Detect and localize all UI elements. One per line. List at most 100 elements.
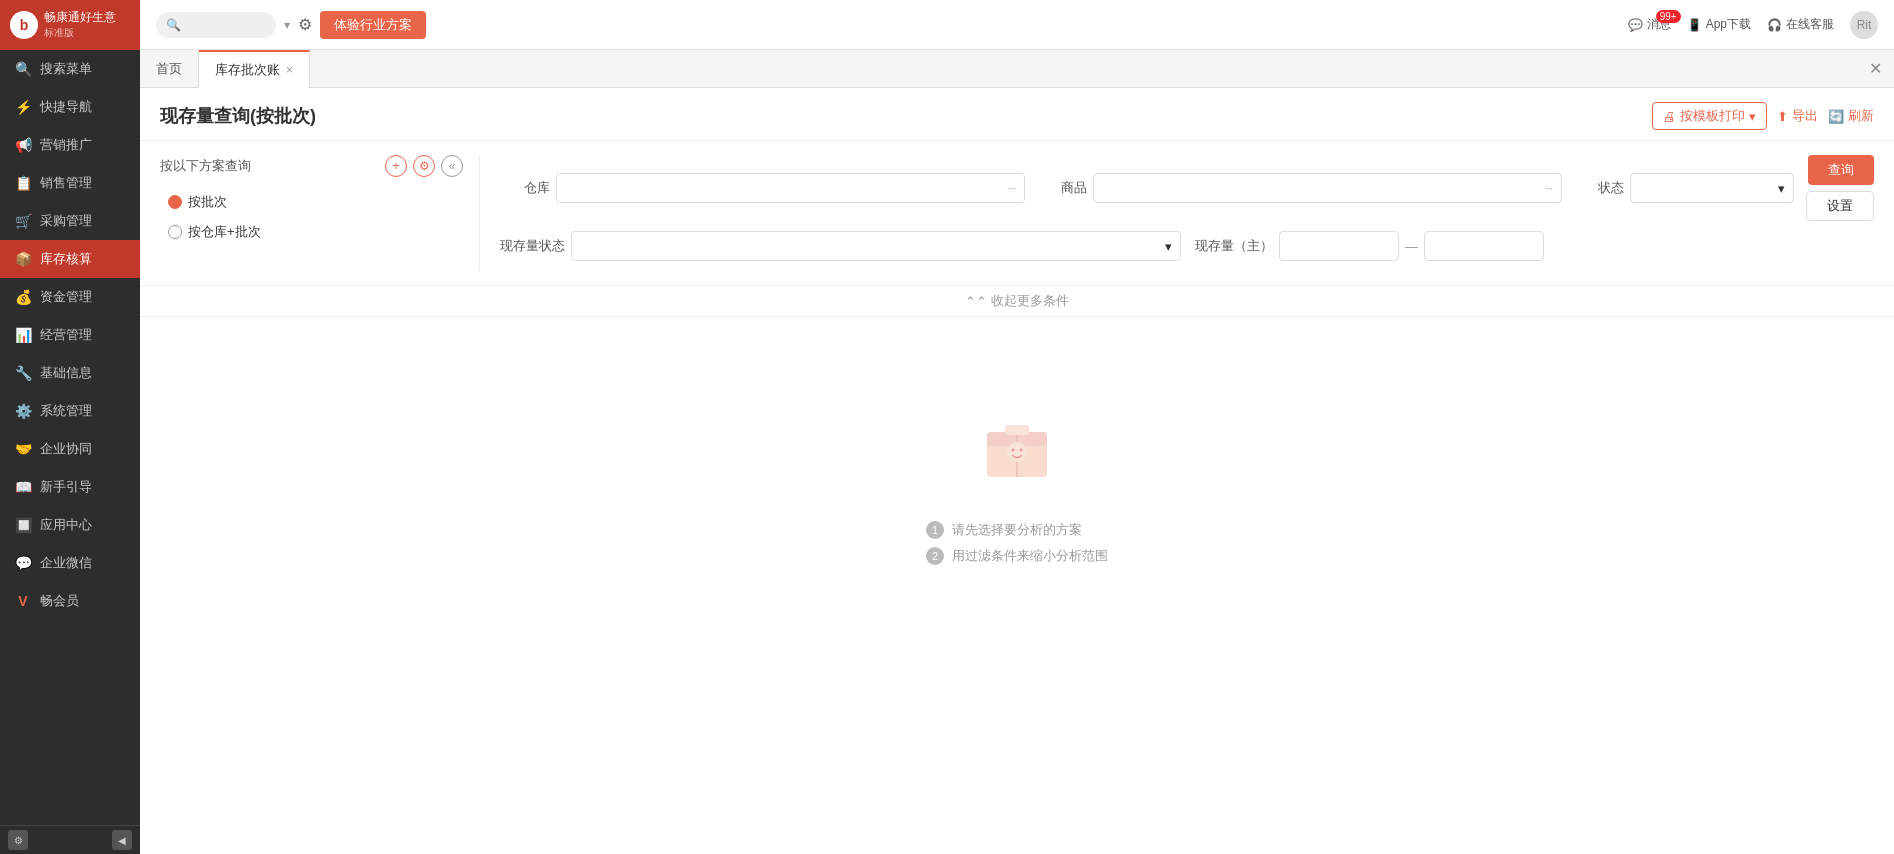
message-icon: 💬 <box>1628 18 1643 32</box>
guide-icon: 📖 <box>14 478 32 496</box>
tip-item-1: 1 请先选择要分析的方案 <box>926 517 1108 543</box>
inventory-amount-label: 现存量（主） <box>1193 237 1273 255</box>
sidebar-item-system[interactable]: ⚙️ 系统管理 <box>0 392 140 430</box>
product-dots: ··· <box>1545 183 1553 194</box>
inventory-status-label: 现存量状态 <box>500 237 565 255</box>
sidebar-item-member[interactable]: V 畅会员 <box>0 582 140 620</box>
settings-scheme-button[interactable]: ⚙ <box>413 155 435 177</box>
sidebar-item-quick-nav[interactable]: ⚡ 快捷导航 <box>0 88 140 126</box>
wechat-icon: 💬 <box>14 554 32 572</box>
sidebar-item-label: 快捷导航 <box>40 98 92 116</box>
collapse-up-icon: ⌃⌃ <box>965 294 987 309</box>
sidebar-item-search[interactable]: 🔍 搜索菜单 <box>0 50 140 88</box>
sidebar-item-inventory[interactable]: 📦 库存核算 <box>0 240 140 278</box>
inventory-amount-max-input[interactable] <box>1424 231 1544 261</box>
topbar-left: 🔍 ▾ ⚙ 体验行业方案 <box>156 11 1616 39</box>
page-title: 现存量查询(按批次) <box>160 104 316 128</box>
sidebar-item-cooperation[interactable]: 🤝 企业协同 <box>0 430 140 468</box>
experience-button[interactable]: 体验行业方案 <box>320 11 426 39</box>
sidebar-header: b 畅康通好生意 标准版 <box>0 0 140 50</box>
status-select[interactable]: ▾ <box>1630 173 1794 203</box>
export-button[interactable]: ⬆ 导出 <box>1777 107 1818 125</box>
sidebar-item-label: 营销推广 <box>40 136 92 154</box>
empty-icon <box>967 397 1067 497</box>
sidebar-item-finance[interactable]: 💰 资金管理 <box>0 278 140 316</box>
filter-actions: 查询 设置 <box>1806 155 1874 221</box>
scheme-item-warehouse-batch[interactable]: 按仓库+批次 <box>160 217 463 247</box>
sidebar-item-wechat[interactable]: 💬 企业微信 <box>0 544 140 582</box>
sidebar-item-label: 销售管理 <box>40 174 92 192</box>
inventory-icon: 📦 <box>14 250 32 268</box>
status-dropdown-icon: ▾ <box>1778 181 1785 196</box>
sidebar-item-label: 畅会员 <box>40 592 79 610</box>
tip-item-2: 2 用过滤条件来缩小分析范围 <box>926 543 1108 569</box>
scheme-batch-label: 按批次 <box>188 193 227 211</box>
print-button[interactable]: 🖨 按模板打印 ▾ <box>1652 102 1767 130</box>
sidebar-item-app-center[interactable]: 🔲 应用中心 <box>0 506 140 544</box>
settings-button[interactable]: 设置 <box>1806 191 1874 221</box>
export-icon: ⬆ <box>1777 109 1788 124</box>
status-field: 状态 ▾ <box>1574 173 1794 203</box>
svg-point-6 <box>1020 449 1023 452</box>
tip-text-2: 用过滤条件来缩小分析范围 <box>952 543 1108 569</box>
scheme-item-batch[interactable]: 按批次 <box>160 187 463 217</box>
topbar-search[interactable]: 🔍 <box>156 12 276 38</box>
messages-button[interactable]: 💬 消息 99+ <box>1628 16 1671 33</box>
sidebar-item-label: 采购管理 <box>40 212 92 230</box>
messages-badge: 99+ <box>1656 10 1681 23</box>
topbar-dropdown[interactable]: ▾ <box>284 18 290 32</box>
svg-rect-3 <box>1005 425 1029 435</box>
app-center-icon: 🔲 <box>14 516 32 534</box>
warehouse-input[interactable]: ··· <box>556 173 1025 203</box>
sidebar-item-sales[interactable]: 📋 销售管理 <box>0 164 140 202</box>
sidebar-item-purchase[interactable]: 🛒 采购管理 <box>0 202 140 240</box>
print-icon: 🖨 <box>1663 109 1676 124</box>
sidebar-item-basic-info[interactable]: 🔧 基础信息 <box>0 354 140 392</box>
sidebar-item-operation[interactable]: 📊 经营管理 <box>0 316 140 354</box>
inventory-status-select[interactable]: ▾ <box>571 231 1181 261</box>
print-label: 按模板打印 <box>1680 107 1745 125</box>
search-icon: 🔍 <box>166 18 181 32</box>
topbar-settings-icon[interactable]: ⚙ <box>298 15 312 34</box>
status-label: 状态 <box>1574 179 1624 197</box>
product-input[interactable]: ··· <box>1093 173 1562 203</box>
user-avatar[interactable]: Rit <box>1850 11 1878 39</box>
add-scheme-button[interactable]: + <box>385 155 407 177</box>
scheme-dot-batch <box>168 195 182 209</box>
print-dropdown-icon[interactable]: ▾ <box>1749 109 1756 124</box>
product-field: 商品 ··· <box>1037 173 1562 203</box>
tab-inventory-batch[interactable]: 库存批次账 × <box>199 50 310 88</box>
sidebar-item-marketing[interactable]: 📢 营销推广 <box>0 126 140 164</box>
topbar: 🔍 ▾ ⚙ 体验行业方案 💬 消息 99+ 📱 App下载 🎧 在线客服 Rit <box>140 0 1894 50</box>
page-header: 现存量查询(按批次) 🖨 按模板打印 ▾ ⬆ 导出 🔄 刷新 <box>140 88 1894 141</box>
collapse-scheme-button[interactable]: « <box>441 155 463 177</box>
svg-point-5 <box>1012 449 1015 452</box>
tab-home[interactable]: 首页 <box>140 50 199 88</box>
user-name: Rit <box>1857 18 1872 32</box>
sidebar-item-guide[interactable]: 📖 新手引导 <box>0 468 140 506</box>
close-tab-button[interactable]: × <box>286 63 293 77</box>
empty-tips: 1 请先选择要分析的方案 2 用过滤条件来缩小分析范围 <box>926 517 1108 569</box>
scheme-label: 按以下方案查询 <box>160 157 251 175</box>
main-area: 🔍 ▾ ⚙ 体验行业方案 💬 消息 99+ 📱 App下载 🎧 在线客服 Rit <box>140 0 1894 854</box>
settings-footer-icon[interactable]: ⚙ <box>8 830 28 850</box>
export-label: 导出 <box>1792 107 1818 125</box>
collapse-label: 收起更多条件 <box>991 292 1069 310</box>
page-content: 现存量查询(按批次) 🖨 按模板打印 ▾ ⬆ 导出 🔄 刷新 <box>140 88 1894 854</box>
product-label: 商品 <box>1037 179 1087 197</box>
sidebar-item-label: 基础信息 <box>40 364 92 382</box>
online-service-button[interactable]: 🎧 在线客服 <box>1767 16 1834 33</box>
sidebar-item-label: 库存核算 <box>40 250 92 268</box>
filter-area: 按以下方案查询 + ⚙ « 按批次 按仓库+批次 <box>140 141 1894 286</box>
query-button[interactable]: 查询 <box>1808 155 1874 185</box>
online-service-label: 在线客服 <box>1786 16 1834 33</box>
sidebar-item-label: 企业微信 <box>40 554 92 572</box>
collapse-more-conditions[interactable]: ⌃⌃ 收起更多条件 <box>140 286 1894 317</box>
collapse-sidebar-button[interactable]: ◀ <box>112 830 132 850</box>
inventory-amount-min-input[interactable] <box>1279 231 1399 261</box>
refresh-button[interactable]: 🔄 刷新 <box>1828 107 1874 125</box>
tip-num-1: 1 <box>926 521 944 539</box>
inventory-status-dropdown-icon: ▾ <box>1165 239 1172 254</box>
app-download-button[interactable]: 📱 App下载 <box>1687 16 1751 33</box>
close-main-button[interactable]: ✕ <box>1857 59 1894 78</box>
